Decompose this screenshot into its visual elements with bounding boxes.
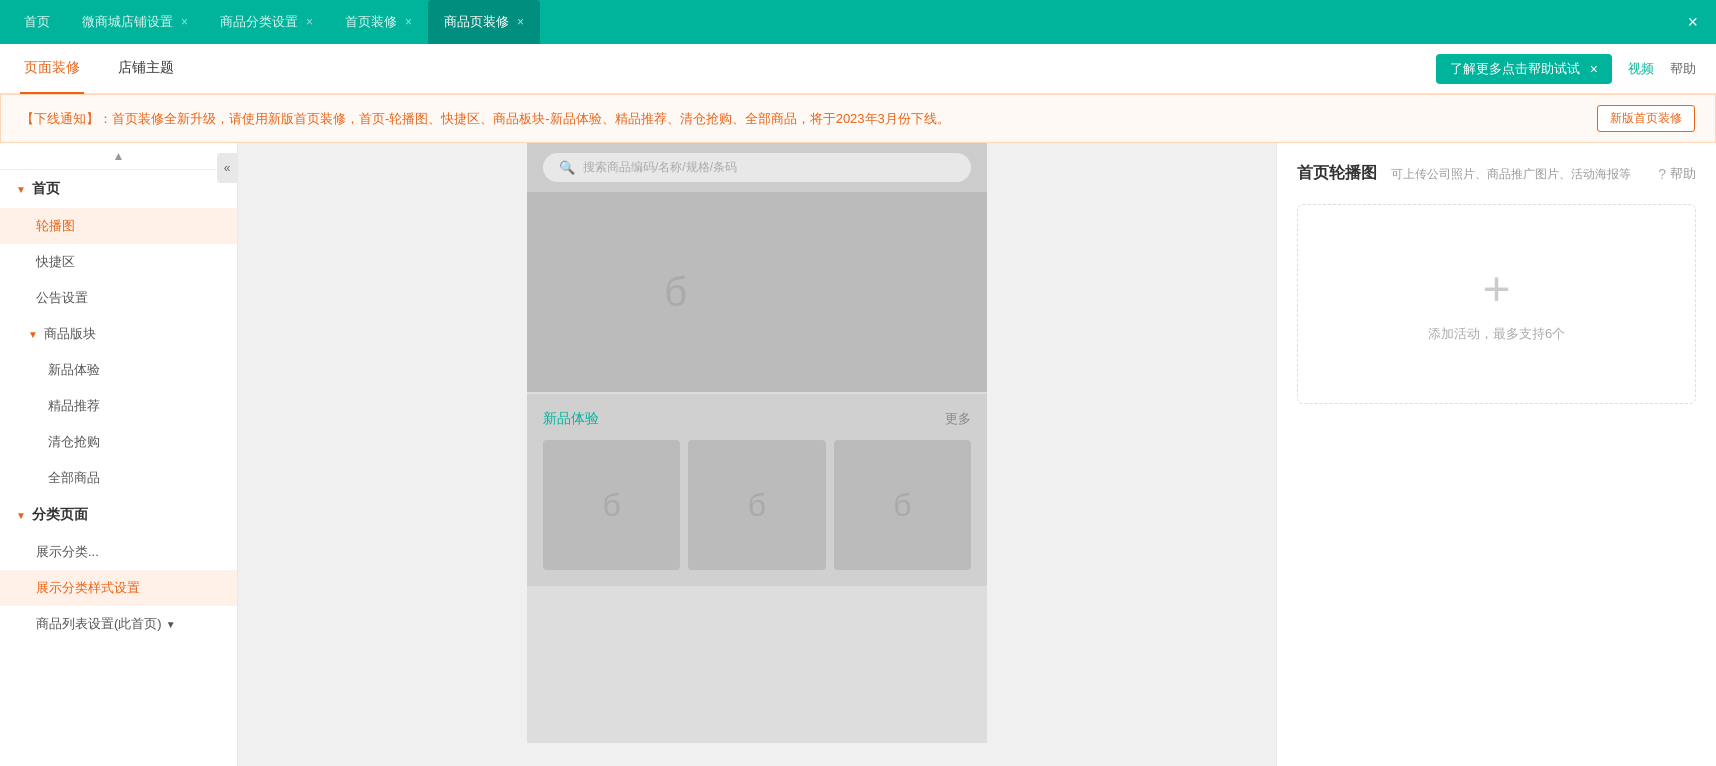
sidebar-group-home-label: 首页 — [32, 180, 60, 198]
sidebar-item-carousel-label: 轮播图 — [36, 218, 75, 233]
sidebar-scroll-top: ▲ — [0, 143, 237, 170]
sidebar-section-category: ▼ 分类页面 展示分类... 展示分类样式设置 商品列表设置(此首页) ▼ — [0, 496, 237, 642]
sub-tab-bar: 页面装修 店铺主题 了解更多点击帮助试试 × 视频 帮助 — [0, 44, 1716, 94]
tab-category-settings[interactable]: 商品分类设置 × — [204, 0, 329, 44]
home-arrow-icon: ▼ — [16, 184, 26, 195]
tab-home[interactable]: 首页 — [8, 0, 66, 44]
collapse-icon: « — [224, 161, 231, 175]
preview-product-3: б — [834, 440, 971, 570]
panel-help-label: 帮助 — [1670, 165, 1696, 183]
tab-product-decor[interactable]: 商品页装修 × — [428, 0, 540, 44]
sidebar-item-product-list[interactable]: 商品列表设置(此首页) ▼ — [0, 606, 237, 642]
preview-product-1: б — [543, 440, 680, 570]
sidebar-group-home[interactable]: ▼ 首页 — [0, 170, 237, 208]
tab-home-decor[interactable]: 首页装修 × — [329, 0, 428, 44]
preview-search-bar[interactable]: 🔍 搜索商品编码/名称/规格/条码 — [543, 153, 971, 182]
preview-search-area: 🔍 搜索商品编码/名称/规格/条码 — [527, 143, 987, 192]
banner-logo-icon: б — [664, 270, 687, 315]
sidebar-section-home: ▼ 首页 轮播图 快捷区 公告设置 ▼ 商品版块 新品体验 — [0, 170, 237, 496]
tab-home-label: 首页 — [24, 13, 50, 31]
sub-tab-page-decor[interactable]: 页面装修 — [20, 44, 84, 94]
help-banner-text: 了解更多点击帮助试试 — [1450, 60, 1580, 78]
panel-title-group: 首页轮播图 可上传公司照片、商品推广图片、活动海报等 — [1297, 163, 1631, 184]
preview-section-title: 新品体验 — [543, 410, 599, 428]
preview-section-header: 新品体验 更多 — [543, 410, 971, 428]
tab-product-decor-close[interactable]: × — [517, 15, 524, 29]
video-label[interactable]: 视频 — [1628, 60, 1654, 78]
panel-title: 首页轮播图 — [1297, 164, 1377, 181]
panel-header: 首页轮播图 可上传公司照片、商品推广图片、活动海报等 ? 帮助 — [1297, 163, 1696, 184]
tab-category-settings-label: 商品分类设置 — [220, 13, 298, 31]
product-block-arrow-icon: ▼ — [28, 329, 38, 340]
banner-text: Banner区域 — [697, 273, 849, 311]
notice-bar: 【下线通知】：首页装修全新升级，请使用新版首页装修，首页-轮播图、快捷区、商品板… — [0, 94, 1716, 143]
help-banner-close[interactable]: × — [1590, 61, 1598, 77]
tab-home-decor-label: 首页装修 — [345, 13, 397, 31]
search-icon: 🔍 — [559, 160, 575, 175]
notice-text: 【下线通知】：首页装修全新升级，请使用新版首页装修，首页-轮播图、快捷区、商品板… — [21, 110, 1597, 128]
right-panel: 首页轮播图 可上传公司照片、商品推广图片、活动海报等 ? 帮助 + 添加活动，最… — [1276, 143, 1716, 766]
tab-bar: 首页 微商城店铺设置 × 商品分类设置 × 首页装修 × 商品页装修 × × — [0, 0, 1716, 44]
sidebar-item-carousel[interactable]: 轮播图 — [0, 208, 237, 244]
upload-area[interactable]: + 添加活动，最多支持6个 — [1297, 204, 1696, 404]
help-label[interactable]: 帮助 — [1670, 60, 1696, 78]
sidebar-item-show-category[interactable]: 展示分类... — [0, 534, 237, 570]
tab-home-decor-close[interactable]: × — [405, 15, 412, 29]
sidebar-group-category[interactable]: ▼ 分类页面 — [0, 496, 237, 534]
sidebar-subgroup-product-block-title[interactable]: ▼ 商品版块 — [0, 316, 237, 352]
help-banner: 了解更多点击帮助试试 × — [1436, 54, 1612, 84]
sidebar-item-new-exp[interactable]: 新品体验 — [0, 352, 237, 388]
sidebar-item-clearance[interactable]: 清仓抢购 — [0, 424, 237, 460]
sidebar: ▲ « ▼ 首页 轮播图 快捷区 公告设置 ▼ 商品版 — [0, 143, 238, 766]
preview-product-2: б — [688, 440, 825, 570]
tab-category-settings-close[interactable]: × — [306, 15, 313, 29]
sidebar-item-featured[interactable]: 精品推荐 — [0, 388, 237, 424]
tab-store-settings-close[interactable]: × — [181, 15, 188, 29]
sidebar-item-notice[interactable]: 公告设置 — [0, 280, 237, 316]
preview-product-grid: б б б — [543, 440, 971, 570]
sub-tab-right: 了解更多点击帮助试试 × 视频 帮助 — [1436, 54, 1696, 84]
sidebar-group-category-label: 分类页面 — [32, 506, 88, 524]
upload-text: 添加活动，最多支持6个 — [1428, 325, 1565, 343]
sidebar-subgroup-product-block: ▼ 商品版块 新品体验 精品推荐 清仓抢购 全部商品 — [0, 316, 237, 496]
search-placeholder: 搜索商品编码/名称/规格/条码 — [583, 159, 737, 176]
product-block-label: 商品版块 — [44, 325, 96, 343]
sidebar-item-all-products[interactable]: 全部商品 — [0, 460, 237, 496]
sidebar-collapse-button[interactable]: « — [217, 153, 237, 183]
sidebar-item-shortcut[interactable]: 快捷区 — [0, 244, 237, 280]
sidebar-item-show-category-style[interactable]: 展示分类样式设置 — [0, 570, 237, 606]
question-icon: ? — [1658, 166, 1666, 182]
tab-store-settings-label: 微商城店铺设置 — [82, 13, 173, 31]
upload-plus-icon: + — [1482, 265, 1510, 313]
expand-icon: ▼ — [166, 619, 176, 630]
preview-phone: 🔍 搜索商品编码/名称/规格/条码 б Banner区域 新品体验 更多 б — [527, 143, 987, 743]
preview-products-section: 新品体验 更多 б б б — [527, 394, 987, 586]
sub-tabs: 页面装修 店铺主题 — [20, 44, 178, 94]
preview-section-more: 更多 — [945, 410, 971, 428]
panel-subtitle: 可上传公司照片、商品推广图片、活动海报等 — [1391, 167, 1631, 181]
sub-tab-store-theme[interactable]: 店铺主题 — [114, 44, 178, 94]
main-layout: ▲ « ▼ 首页 轮播图 快捷区 公告设置 ▼ 商品版 — [0, 143, 1716, 766]
scroll-up-arrow[interactable]: ▲ — [113, 149, 125, 163]
tab-product-decor-label: 商品页装修 — [444, 13, 509, 31]
tab-store-settings[interactable]: 微商城店铺设置 × — [66, 0, 204, 44]
center-preview: 🔍 搜索商品编码/名称/规格/条码 б Banner区域 新品体验 更多 б — [238, 143, 1276, 766]
sidebar-item-shortcut-label: 快捷区 — [36, 254, 75, 269]
sidebar-item-notice-label: 公告设置 — [36, 290, 88, 305]
category-arrow-icon: ▼ — [16, 510, 26, 521]
panel-help-button[interactable]: ? 帮助 — [1658, 165, 1696, 183]
preview-banner: б Banner区域 — [527, 192, 987, 392]
tab-bar-close-all[interactable]: × — [1677, 12, 1708, 33]
new-homepage-decor-button[interactable]: 新版首页装修 — [1597, 105, 1695, 132]
banner-logo: б Banner区域 — [664, 270, 849, 315]
